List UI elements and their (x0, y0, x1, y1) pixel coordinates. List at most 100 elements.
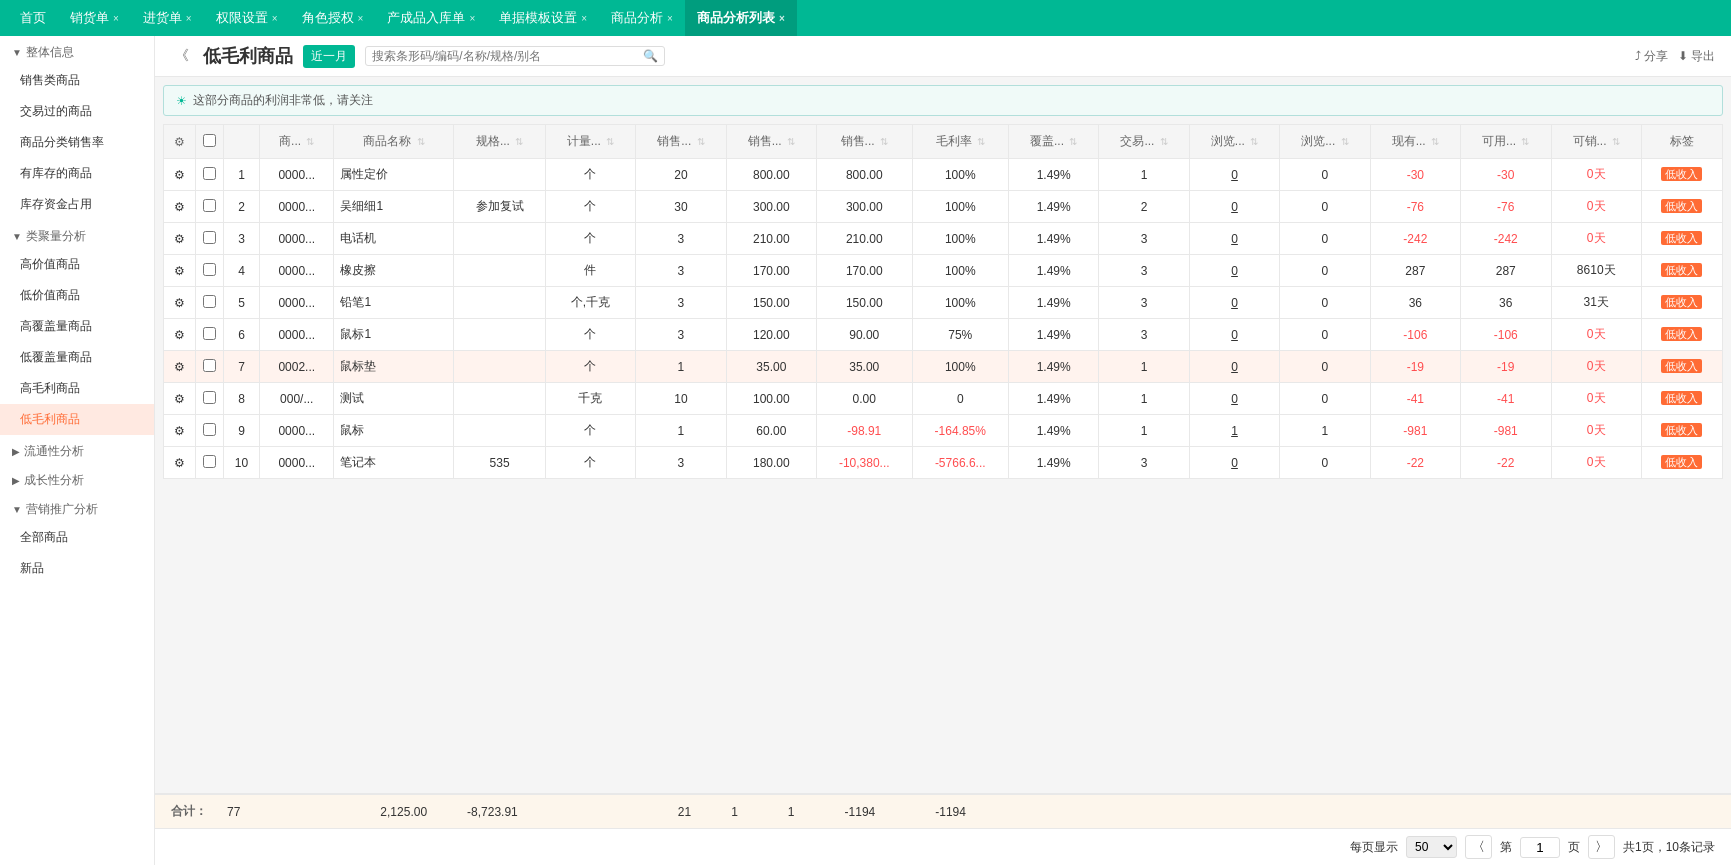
close-permissions-icon[interactable]: × (272, 13, 278, 24)
checkbox-cell[interactable] (196, 383, 224, 415)
settings-cell[interactable]: ⚙ (164, 223, 196, 255)
sidebar-item-all-products[interactable]: 全部商品 (0, 522, 154, 553)
sidebar-item-high-coverage[interactable]: 高覆盖量商品 (0, 311, 154, 342)
prev-page-button[interactable]: 〈 (1465, 835, 1492, 859)
sales-count-col-header[interactable]: 销售... ⇅ (636, 125, 726, 159)
row-checkbox[interactable] (203, 423, 216, 436)
checkbox-cell[interactable] (196, 223, 224, 255)
browse1-cell[interactable]: 0 (1189, 223, 1279, 255)
nav-permissions[interactable]: 权限设置 × (204, 0, 290, 36)
row-checkbox[interactable] (203, 359, 216, 372)
checkbox-cell[interactable] (196, 351, 224, 383)
per-page-select[interactable]: 50 100 200 (1406, 836, 1457, 858)
settings-cell[interactable]: ⚙ (164, 319, 196, 351)
browse1-cell[interactable]: 0 (1189, 191, 1279, 223)
settings-cell[interactable]: ⚙ (164, 351, 196, 383)
sidebar-item-new-products[interactable]: 新品 (0, 553, 154, 584)
close-product-analysis-icon[interactable]: × (667, 13, 673, 24)
settings-col-header[interactable]: ⚙ (164, 125, 196, 159)
sidebar-group-overall[interactable]: ▼ 整体信息 (0, 36, 154, 65)
close-product-analysis-list-icon[interactable]: × (779, 13, 785, 24)
page-input[interactable] (1520, 837, 1560, 858)
sidebar-item-low-coverage[interactable]: 低覆盖量商品 (0, 342, 154, 373)
settings-cell[interactable]: ⚙ (164, 287, 196, 319)
row-checkbox[interactable] (203, 455, 216, 468)
checkbox-cell[interactable] (196, 255, 224, 287)
settings-cell[interactable]: ⚙ (164, 383, 196, 415)
sidebar-group-liquidity[interactable]: ▶ 流通性分析 (0, 435, 154, 464)
checkbox-cell[interactable] (196, 159, 224, 191)
share-button[interactable]: ⤴ 分享 (1635, 48, 1668, 65)
browse1-cell[interactable]: 0 (1189, 159, 1279, 191)
coverage-col-header[interactable]: 覆盖... ⇅ (1008, 125, 1098, 159)
close-finished-goods-icon[interactable]: × (469, 13, 475, 24)
sales-amount-col-header[interactable]: 销售... ⇅ (726, 125, 816, 159)
date-filter-button[interactable]: 近一月 (303, 45, 355, 68)
sidebar-item-high-margin[interactable]: 高毛利商品 (0, 373, 154, 404)
row-checkbox[interactable] (203, 263, 216, 276)
row-checkbox[interactable] (203, 295, 216, 308)
transaction-col-header[interactable]: 交易... ⇅ (1099, 125, 1189, 159)
settings-cell[interactable]: ⚙ (164, 191, 196, 223)
row-checkbox[interactable] (203, 327, 216, 340)
close-purchase-order-icon[interactable]: × (186, 13, 192, 24)
row-checkbox[interactable] (203, 391, 216, 404)
sidebar-group-marketing[interactable]: ▼ 营销推广分析 (0, 493, 154, 522)
nav-product-analysis[interactable]: 商品分析 × (599, 0, 685, 36)
browse1-cell[interactable]: 0 (1189, 383, 1279, 415)
row-checkbox[interactable] (203, 231, 216, 244)
code-col-header[interactable]: 商... ⇅ (260, 125, 334, 159)
checkbox-cell[interactable] (196, 447, 224, 479)
saleable-col-header[interactable]: 可销... ⇅ (1551, 125, 1641, 159)
checkbox-cell[interactable] (196, 287, 224, 319)
nav-sales-order[interactable]: 销货单 × (58, 0, 131, 36)
browse1-cell[interactable]: 1 (1189, 415, 1279, 447)
gross-margin-col-header[interactable]: 毛利率 ⇅ (912, 125, 1008, 159)
sidebar-group-growth[interactable]: ▶ 成长性分析 (0, 464, 154, 493)
nav-product-analysis-list[interactable]: 商品分析列表 × (685, 0, 797, 36)
collapse-sidebar-button[interactable]: 《 (171, 47, 193, 65)
checkbox-cell[interactable] (196, 415, 224, 447)
nav-template-settings[interactable]: 单据模板设置 × (487, 0, 599, 36)
search-icon[interactable]: 🔍 (643, 49, 658, 63)
current-stock-col-header[interactable]: 现有... ⇅ (1370, 125, 1460, 159)
settings-cell[interactable]: ⚙ (164, 159, 196, 191)
checkbox-cell[interactable] (196, 319, 224, 351)
sidebar-item-low-margin[interactable]: 低毛利商品 (0, 404, 154, 435)
close-sales-order-icon[interactable]: × (113, 13, 119, 24)
sidebar-item-low-value[interactable]: 低价值商品 (0, 280, 154, 311)
settings-cell[interactable]: ⚙ (164, 255, 196, 287)
unit-col-header[interactable]: 计量... ⇅ (545, 125, 635, 159)
sidebar-item-sales-products[interactable]: 销售类商品 (0, 65, 154, 96)
browse1-cell[interactable]: 0 (1189, 319, 1279, 351)
sales-profit-col-header[interactable]: 销售... ⇅ (817, 125, 912, 159)
close-template-settings-icon[interactable]: × (581, 13, 587, 24)
browse2-col-header[interactable]: 浏览... ⇅ (1280, 125, 1370, 159)
select-all-checkbox[interactable] (203, 134, 216, 147)
export-button[interactable]: ⬇ 导出 (1678, 48, 1715, 65)
sidebar-item-capital[interactable]: 库存资金占用 (0, 189, 154, 220)
sidebar-group-cluster[interactable]: ▼ 类聚量分析 (0, 220, 154, 249)
settings-cell[interactable]: ⚙ (164, 447, 196, 479)
next-page-button[interactable]: 〉 (1588, 835, 1615, 859)
browse1-cell[interactable]: 0 (1189, 287, 1279, 319)
nav-purchase-order[interactable]: 进货单 × (131, 0, 204, 36)
nav-finished-goods[interactable]: 产成品入库单 × (375, 0, 487, 36)
settings-cell[interactable]: ⚙ (164, 415, 196, 447)
checkbox-cell[interactable] (196, 191, 224, 223)
sidebar-item-stocked[interactable]: 有库存的商品 (0, 158, 154, 189)
nav-role-auth[interactable]: 角色授权 × (290, 0, 376, 36)
available-col-header[interactable]: 可用... ⇅ (1461, 125, 1551, 159)
close-role-auth-icon[interactable]: × (358, 13, 364, 24)
sidebar-item-category-rate[interactable]: 商品分类销售率 (0, 127, 154, 158)
checkbox-col-header[interactable] (196, 125, 224, 159)
nav-home[interactable]: 首页 (8, 0, 58, 36)
browse1-cell[interactable]: 0 (1189, 351, 1279, 383)
browse1-cell[interactable]: 0 (1189, 447, 1279, 479)
row-checkbox[interactable] (203, 199, 216, 212)
search-input[interactable] (372, 49, 643, 63)
sidebar-item-traded[interactable]: 交易过的商品 (0, 96, 154, 127)
browse1-col-header[interactable]: 浏览... ⇅ (1189, 125, 1279, 159)
sidebar-item-high-value[interactable]: 高价值商品 (0, 249, 154, 280)
spec-col-header[interactable]: 规格... ⇅ (454, 125, 545, 159)
